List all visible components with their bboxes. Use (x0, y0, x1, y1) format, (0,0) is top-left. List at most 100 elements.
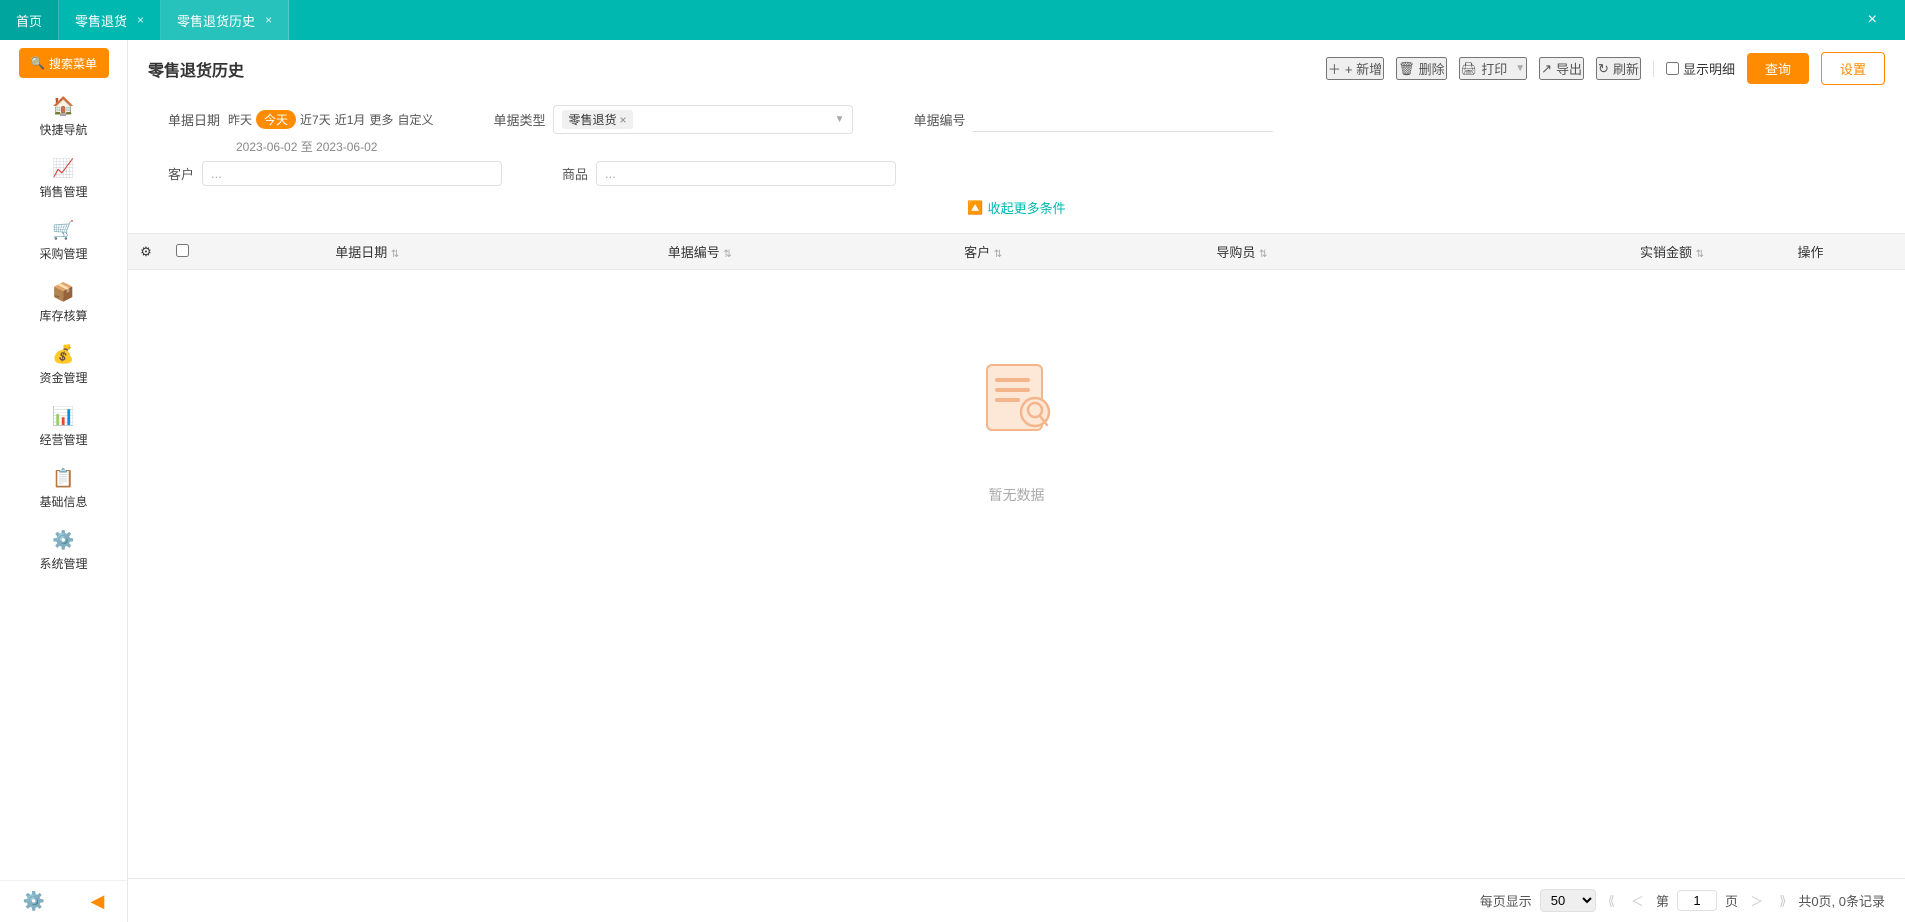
col-no-label: 单据编号 (668, 245, 720, 260)
page-unit: 页 (1725, 891, 1738, 910)
sidebar-item-quick-nav[interactable]: 🏠 快捷导航 (0, 86, 127, 148)
customer-dots: ... (211, 166, 222, 181)
date-options: 昨天 今天 近7天 近1月 更多 自定义 (228, 110, 433, 129)
sales-icon: 📈 (52, 158, 74, 179)
show-detail-label: 显示明细 (1683, 59, 1735, 78)
new-button[interactable]: ＋ + 新增 (1326, 57, 1384, 80)
voucher-no-input[interactable] (973, 108, 1273, 132)
sidebar-item-system[interactable]: ⚙️ 系统管理 (0, 520, 127, 582)
operation-icon: 📊 (52, 406, 74, 427)
query-button[interactable]: 查询 (1747, 53, 1809, 84)
tab-home[interactable]: 首页 (0, 0, 59, 40)
filter-row-2: 客户 ... 商品 ... (168, 161, 1865, 186)
top-bar: 首页 零售退货 × 零售退货历史 × × (0, 0, 1905, 40)
sidebar-item-finance-label: 资金管理 (39, 369, 87, 386)
date-option-custom[interactable]: 自定义 (397, 111, 433, 128)
print-label: 打印 (1481, 59, 1507, 78)
tab-retail-return[interactable]: 零售退货 × (59, 0, 161, 40)
window-close-button[interactable]: × (1852, 11, 1893, 29)
tab-retail-return-close[interactable]: × (137, 13, 144, 27)
sidebar-search[interactable]: 🔍 搜索菜单 (19, 48, 109, 78)
voucher-type-tag-text: 零售退货 (568, 111, 616, 128)
export-icon: ↗ (1541, 61, 1552, 77)
refresh-button[interactable]: ↻ 刷新 (1596, 57, 1641, 80)
col-customer[interactable]: 客户 ⇅ (866, 234, 1100, 270)
inventory-icon: 📦 (52, 282, 74, 303)
sidebar-settings-button[interactable]: ⚙️ (23, 891, 45, 912)
col-date-sort: ⇅ (391, 249, 399, 260)
purchase-icon: 🛒 (52, 220, 74, 241)
filter-voucher-no: 单据编号 (913, 108, 1273, 132)
show-detail-checkbox[interactable]: 显示明细 (1666, 59, 1735, 78)
date-option-yesterday[interactable]: 昨天 (228, 111, 252, 128)
col-no-sort: ⇅ (723, 249, 731, 260)
refresh-label: 刷新 (1613, 59, 1639, 78)
delete-button[interactable]: 🗑 删除 (1396, 57, 1447, 80)
empty-text: 暂无数据 (989, 485, 1045, 505)
date-filter-label: 单据日期 (168, 110, 220, 129)
per-page-label: 每页显示 (1480, 891, 1532, 910)
date-option-1month[interactable]: 近1月 (335, 111, 366, 128)
sidebar-item-system-label: 系统管理 (39, 555, 87, 572)
table-header-row: ⚙ 单据日期 ⇅ 单据编号 ⇅ 客户 ⇅ (128, 234, 1905, 270)
sidebar-item-inventory[interactable]: 📦 库存核算 (0, 272, 127, 334)
col-action: 操作 (1716, 234, 1905, 270)
date-range-display: 2023-06-02 至 2023-06-02 (236, 140, 377, 154)
sidebar-item-inventory-label: 库存核算 (39, 307, 87, 324)
col-guide-label: 导购员 (1216, 245, 1255, 260)
delete-icon: 🗑 (1398, 61, 1415, 77)
sidebar-item-basic-info[interactable]: 📋 基础信息 (0, 458, 127, 520)
sidebar-item-purchase[interactable]: 🛒 采购管理 (0, 210, 127, 272)
tab-home-label: 首页 (16, 11, 42, 30)
page-input[interactable] (1677, 890, 1717, 911)
col-no[interactable]: 单据编号 ⇅ (533, 234, 865, 270)
set-button[interactable]: 设置 (1821, 52, 1885, 85)
col-date[interactable]: 单据日期 ⇅ (201, 234, 533, 270)
collapse-filter-button[interactable]: 🔼 收起更多条件 (967, 198, 1065, 217)
col-guide[interactable]: 导购员 ⇅ (1100, 234, 1383, 270)
total-info: 共0页, 0条记录 (1798, 891, 1885, 910)
col-amount[interactable]: 实销金额 ⇅ (1384, 234, 1716, 270)
print-button[interactable]: 🖨 打印 ▼ (1459, 57, 1527, 80)
customer-select[interactable]: ... (202, 161, 502, 186)
goods-label: 商品 (562, 164, 588, 183)
sidebar-collapse-button[interactable]: ◀ (90, 891, 104, 912)
customer-value: ... (211, 166, 493, 181)
voucher-type-tag-close[interactable]: × (619, 113, 626, 127)
select-all-checkbox[interactable] (176, 244, 189, 257)
toolbar-separator (1653, 61, 1654, 77)
last-page-button[interactable]: ⟫ (1775, 891, 1790, 911)
date-option-today[interactable]: 今天 (256, 110, 296, 129)
date-option-7days[interactable]: 近7天 (300, 111, 331, 128)
export-button[interactable]: ↗ 导出 (1539, 57, 1584, 80)
tab-retail-return-history[interactable]: 零售退货历史 × (161, 0, 289, 40)
search-icon: 🔍 (30, 56, 45, 70)
new-icon: ＋ (1328, 59, 1341, 78)
sidebar-item-operation[interactable]: 📊 经营管理 (0, 396, 127, 458)
sidebar-item-finance[interactable]: 💰 资金管理 (0, 334, 127, 396)
sidebar-item-sales[interactable]: 📈 销售管理 (0, 148, 127, 210)
pagination: 每页显示 10 20 50 100 ⟪ ＜ 第 页 ＞ ⟫ 共0页, 0条记录 (128, 878, 1905, 922)
first-page-button[interactable]: ⟪ (1604, 891, 1619, 911)
print-icon: 🖨 (1461, 61, 1478, 77)
refresh-icon: ↻ (1598, 61, 1609, 77)
show-detail-input[interactable] (1666, 62, 1679, 75)
col-guide-sort: ⇅ (1259, 249, 1267, 260)
tab-retail-return-history-close[interactable]: × (265, 13, 272, 27)
sidebar-item-quick-nav-label: 快捷导航 (39, 121, 87, 138)
voucher-type-select[interactable]: 零售退货 × ▼ (553, 105, 853, 134)
empty-icon (967, 350, 1067, 469)
toolbar: ＋ + 新增 🗑 删除 🖨 打印 ▼ ↗ 导出 (1326, 52, 1885, 85)
date-option-more[interactable]: 更多 (369, 111, 393, 128)
table-check-col[interactable] (164, 234, 201, 270)
table-header: ⚙ 单据日期 ⇅ 单据编号 ⇅ 客户 ⇅ (128, 234, 1905, 270)
per-page-select[interactable]: 10 20 50 100 (1540, 889, 1596, 912)
data-table: ⚙ 单据日期 ⇅ 单据编号 ⇅ 客户 ⇅ (128, 234, 1905, 270)
sidebar-bottom: ⚙️ ◀ (0, 880, 127, 922)
next-page-button[interactable]: ＞ (1746, 889, 1767, 912)
new-label: + 新增 (1345, 59, 1382, 78)
prev-page-button[interactable]: ＜ (1627, 889, 1648, 912)
goods-select[interactable]: ... (596, 161, 896, 186)
table-settings-col[interactable]: ⚙ (128, 234, 164, 270)
collapse-label: 收起更多条件 (988, 198, 1066, 217)
